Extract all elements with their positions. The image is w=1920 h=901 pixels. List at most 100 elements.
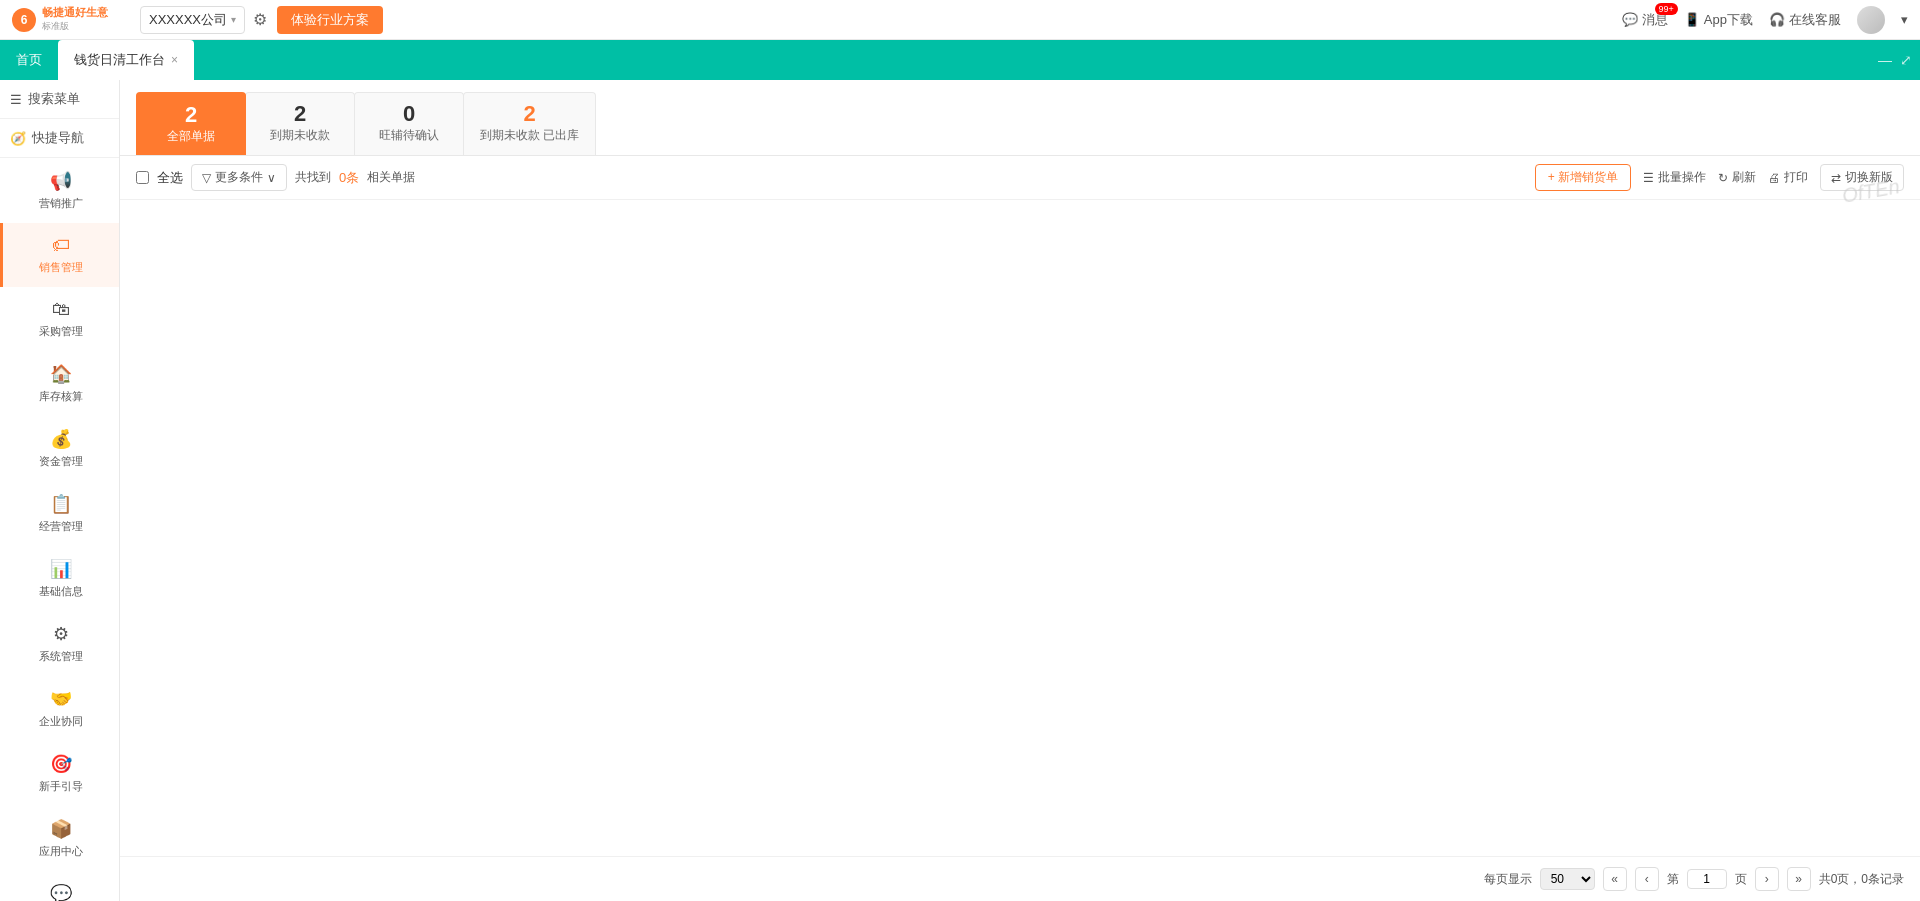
online-service-item[interactable]: 🎧 在线客服 [1769, 11, 1841, 29]
settings-icon[interactable]: ⚙ [253, 10, 267, 29]
sidebar-item-system[interactable]: ⚙ 系统管理 [0, 611, 119, 676]
sidebar-item-apps[interactable]: 📦 应用中心 [0, 806, 119, 871]
filter-tab-all[interactable]: 2 全部单据 [136, 92, 246, 155]
main-layout: ☰ 搜索菜单 🧭 快捷导航 📢 营销推广 🏷 销售管理 🛍 采购管理 🏠 库存核… [0, 80, 1920, 901]
table-area [120, 200, 1920, 856]
try-industry-button[interactable]: 体验行业方案 [277, 6, 383, 34]
sales-icon: 🏷 [52, 235, 70, 256]
sidebar-item-operation-label: 经营管理 [39, 519, 83, 534]
filter-tab-wangwang-count: 0 [371, 101, 447, 127]
sidebar-item-guide[interactable]: 🎯 新手引导 [0, 741, 119, 806]
sidebar-item-apps-label: 应用中心 [39, 844, 83, 859]
prev-page-button[interactable]: ‹ [1635, 867, 1659, 891]
system-icon: ⚙ [53, 623, 69, 645]
tab-minimize-icon[interactable]: — [1878, 52, 1892, 68]
print-label: 打印 [1784, 169, 1808, 186]
sidebar-item-marketing[interactable]: 📢 营销推广 [0, 158, 119, 223]
cooperation-icon: 🤝 [50, 688, 72, 710]
refresh-button[interactable]: ↻ 刷新 [1718, 169, 1756, 186]
tab-home[interactable]: 首页 [0, 40, 58, 80]
sidebar-search[interactable]: ☰ 搜索菜单 [0, 80, 119, 119]
company-chevron-icon: ▾ [231, 14, 236, 25]
select-all-checkbox[interactable] [136, 171, 149, 184]
inventory-icon: 🏠 [50, 363, 72, 385]
message-badge: 99+ [1655, 3, 1678, 15]
print-icon: 🖨 [1768, 171, 1780, 185]
logo-icon: 6 [12, 8, 36, 32]
per-page-select[interactable]: 50 10 20 100 [1540, 868, 1595, 890]
filter-tab-overdue-label: 到期未收款 [270, 128, 330, 142]
filter-icon: ▽ [202, 171, 211, 185]
message-icon: 💬 [1622, 12, 1638, 27]
filter-tab-shipped-label: 到期未收款 已出库 [480, 128, 579, 142]
search-label: 搜索菜单 [28, 90, 80, 108]
first-page-button[interactable]: « [1603, 867, 1627, 891]
apps-icon: 📦 [50, 818, 72, 840]
next-page-button[interactable]: › [1755, 867, 1779, 891]
page-input[interactable] [1687, 869, 1727, 889]
sidebar-item-sales-label: 销售管理 [39, 260, 83, 275]
guide-icon: 🎯 [50, 753, 72, 775]
filter-tab-all-label: 全部单据 [167, 129, 215, 143]
sidebar-item-cooperation-label: 企业协同 [39, 714, 83, 729]
page-label: 第 [1667, 871, 1679, 888]
filter-tab-shipped[interactable]: 2 到期未收款 已出库 [463, 92, 596, 155]
batch-operation-button[interactable]: ☰ 批量操作 [1643, 169, 1706, 186]
tab-maximize-icon[interactable]: ⤢ [1900, 52, 1912, 68]
sidebar: ☰ 搜索菜单 🧭 快捷导航 📢 营销推广 🏷 销售管理 🛍 采购管理 🏠 库存核… [0, 80, 120, 901]
sidebar-item-sales[interactable]: 🏷 销售管理 [0, 223, 119, 287]
operation-icon: 📋 [50, 493, 72, 515]
sidebar-item-capital[interactable]: 💰 资金管理 [0, 416, 119, 481]
action-right: + 新增销货单 ☰ 批量操作 ↻ 刷新 🖨 打印 ⇄ 切换新版 [1535, 164, 1904, 191]
nav-icon: 🧭 [10, 131, 26, 146]
sidebar-item-basic-label: 基础信息 [39, 584, 83, 599]
new-order-button[interactable]: + 新增销货单 [1535, 164, 1631, 191]
sidebar-item-purchase[interactable]: 🛍 采购管理 [0, 287, 119, 351]
page-suffix: 页 [1735, 871, 1747, 888]
switch-version-button[interactable]: ⇄ 切换新版 [1820, 164, 1904, 191]
tabs-bar: 首页 钱货日清工作台 × — ⤢ [0, 40, 1920, 80]
filter-tabs-row: 2 全部单据 2 到期未收款 0 旺辅待确认 2 到期未收款 已出库 [136, 92, 1904, 155]
last-page-button[interactable]: » [1787, 867, 1811, 891]
filter-tab-wangwang-label: 旺辅待确认 [379, 128, 439, 142]
found-suffix: 相关单据 [367, 169, 415, 186]
sidebar-item-basic[interactable]: 📊 基础信息 [0, 546, 119, 611]
user-name-item[interactable]: ▾ [1901, 12, 1908, 27]
logo-sub: 标准版 [42, 20, 108, 33]
content-area: 2 全部单据 2 到期未收款 0 旺辅待确认 2 到期未收款 已出库 [120, 80, 1920, 901]
tabs-right: — ⤢ [1878, 52, 1920, 68]
sidebar-item-purchase-label: 采购管理 [39, 324, 83, 339]
sidebar-item-capital-label: 资金管理 [39, 454, 83, 469]
tab-active-label: 钱货日清工作台 [74, 51, 165, 69]
top-header: 6 畅捷通好生意 标准版 XXXXXX公司 ▾ ⚙ 体验行业方案 💬 消息 99… [0, 0, 1920, 40]
sidebar-item-operation[interactable]: 📋 经营管理 [0, 481, 119, 546]
avatar[interactable] [1857, 6, 1885, 34]
sidebar-item-inventory[interactable]: 🏠 库存核算 [0, 351, 119, 416]
batch-icon: ☰ [1643, 171, 1654, 185]
app-download-item[interactable]: 📱 App下载 [1684, 11, 1753, 29]
basic-icon: 📊 [50, 558, 72, 580]
filter-tab-overdue[interactable]: 2 到期未收款 [245, 92, 355, 155]
filter-tab-wangwang[interactable]: 0 旺辅待确认 [354, 92, 464, 155]
select-all-label: 全选 [157, 169, 183, 187]
sidebar-quick-nav[interactable]: 🧭 快捷导航 [0, 119, 119, 158]
wechat-icon: 💬 [50, 883, 72, 901]
found-count: 0条 [339, 169, 359, 187]
tab-active[interactable]: 钱货日清工作台 × [58, 40, 194, 80]
sidebar-item-marketing-label: 营销推广 [39, 196, 83, 211]
company-selector[interactable]: XXXXXX公司 ▾ [140, 6, 245, 34]
sidebar-item-wechat[interactable]: 💬 企业微信 [0, 871, 119, 901]
sidebar-item-cooperation[interactable]: 🤝 企业协同 [0, 676, 119, 741]
switch-label: 切换新版 [1845, 169, 1893, 186]
avatar-image [1857, 6, 1885, 34]
print-button[interactable]: 🖨 打印 [1768, 169, 1808, 186]
tab-close-icon[interactable]: × [171, 53, 178, 67]
found-prefix: 共找到 [295, 169, 331, 186]
switch-icon: ⇄ [1831, 171, 1841, 185]
more-conditions-button[interactable]: ▽ 更多条件 ∨ [191, 164, 287, 191]
message-item[interactable]: 💬 消息 99+ [1622, 11, 1668, 29]
total-label: 共0页，0条记录 [1819, 871, 1904, 888]
sidebar-item-inventory-label: 库存核算 [39, 389, 83, 404]
per-page-label: 每页显示 [1484, 871, 1532, 888]
logo-text: 畅捷通好生意 [42, 6, 108, 19]
